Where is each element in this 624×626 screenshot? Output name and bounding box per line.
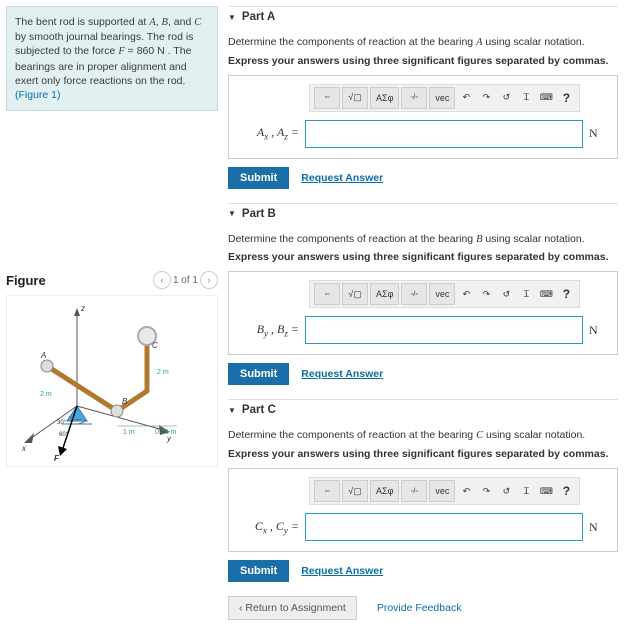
unit-label: N — [589, 126, 607, 141]
answer-input-a[interactable] — [305, 120, 583, 148]
problem-statement: The bent rod is supported at A, B, and C… — [6, 6, 218, 111]
answer-input-c[interactable] — [305, 513, 583, 541]
svg-text:C: C — [152, 341, 158, 350]
templates-icon[interactable]: ▫▫ — [314, 283, 340, 305]
figure-image: z x y A B C F 2 m 2 m 1 m 0.75 m 30° 60° — [6, 295, 218, 467]
greek-icon[interactable]: ΑΣφ — [370, 480, 399, 502]
equation-toolbar: ▫▫ √▢ ΑΣφ ▫/▫ vec ↶ ↷ ↺ Ꮖ ⌨ ? — [309, 280, 580, 308]
caret-down-icon: ▼ — [228, 13, 236, 22]
cursor-icon[interactable]: Ꮖ — [517, 88, 535, 108]
sqrt-icon[interactable]: √▢ — [342, 87, 368, 109]
sqrt-icon[interactable]: √▢ — [342, 480, 368, 502]
help-icon[interactable]: ? — [557, 88, 575, 108]
equation-toolbar: ▫▫ √▢ ΑΣφ ▫/▫ vec ↶ ↷ ↺ Ꮖ ⌨ ? — [309, 84, 580, 112]
reset-icon[interactable]: ↺ — [497, 481, 515, 501]
templates-icon[interactable]: ▫▫ — [314, 480, 340, 502]
unit-label: N — [589, 520, 607, 535]
return-button[interactable]: ‹ Return to Assignment — [228, 596, 357, 620]
svg-text:30°: 30° — [57, 420, 67, 426]
part-a-header[interactable]: ▼ Part A — [228, 6, 618, 27]
caret-down-icon: ▼ — [228, 209, 236, 218]
figure-heading: Figure — [6, 273, 46, 288]
vec-icon[interactable]: vec — [429, 283, 455, 305]
help-icon[interactable]: ? — [557, 284, 575, 304]
greek-icon[interactable]: ΑΣφ — [370, 87, 399, 109]
reset-icon[interactable]: ↺ — [497, 284, 515, 304]
figure-pager: ‹ 1 of 1 › — [153, 271, 218, 289]
svg-text:z: z — [80, 304, 85, 313]
caret-down-icon: ▼ — [228, 406, 236, 415]
next-figure[interactable]: › — [200, 271, 218, 289]
svg-text:60°: 60° — [59, 432, 69, 438]
part-a: ▼ Part A Determine the components of rea… — [228, 6, 618, 189]
submit-button[interactable]: Submit — [228, 363, 289, 385]
undo-icon[interactable]: ↶ — [457, 284, 475, 304]
reset-icon[interactable]: ↺ — [497, 88, 515, 108]
equation-toolbar: ▫▫ √▢ ΑΣφ ▫/▫ vec ↶ ↷ ↺ Ꮖ ⌨ ? — [309, 477, 580, 505]
request-answer-link[interactable]: Request Answer — [301, 565, 383, 577]
vec-icon[interactable]: vec — [429, 480, 455, 502]
help-icon[interactable]: ? — [557, 481, 575, 501]
frac-icon[interactable]: ▫/▫ — [401, 283, 427, 305]
frac-icon[interactable]: ▫/▫ — [401, 87, 427, 109]
undo-icon[interactable]: ↶ — [457, 481, 475, 501]
templates-icon[interactable]: ▫▫ — [314, 87, 340, 109]
part-b-header[interactable]: ▼ Part B — [228, 203, 618, 224]
vec-icon[interactable]: vec — [429, 87, 455, 109]
redo-icon[interactable]: ↷ — [477, 284, 495, 304]
svg-text:B: B — [122, 397, 128, 406]
keyboard-icon[interactable]: ⌨ — [537, 88, 555, 108]
request-answer-link[interactable]: Request Answer — [301, 172, 383, 184]
submit-button[interactable]: Submit — [228, 167, 289, 189]
keyboard-icon[interactable]: ⌨ — [537, 284, 555, 304]
figure-link[interactable]: (Figure 1) — [15, 89, 61, 101]
part-c: ▼ Part C Determine the components of rea… — [228, 399, 618, 582]
svg-text:x: x — [21, 444, 27, 453]
submit-button[interactable]: Submit — [228, 560, 289, 582]
svg-text:0.75 m: 0.75 m — [155, 429, 177, 436]
svg-text:2 m: 2 m — [157, 369, 169, 376]
frac-icon[interactable]: ▫/▫ — [401, 480, 427, 502]
cursor-icon[interactable]: Ꮖ — [517, 481, 535, 501]
unit-label: N — [589, 323, 607, 338]
cursor-icon[interactable]: Ꮖ — [517, 284, 535, 304]
lhs-label: Cx , Cy = — [239, 519, 299, 535]
provide-feedback-link[interactable]: Provide Feedback — [377, 602, 462, 614]
lhs-label: By , Bz = — [239, 322, 299, 338]
svg-text:2 m: 2 m — [40, 391, 52, 398]
svg-text:F: F — [54, 454, 60, 463]
lhs-label: Ax , Az = — [239, 125, 299, 141]
prev-figure[interactable]: ‹ — [153, 271, 171, 289]
answer-input-b[interactable] — [305, 316, 583, 344]
undo-icon[interactable]: ↶ — [457, 88, 475, 108]
svg-text:1 m: 1 m — [123, 429, 135, 436]
part-c-header[interactable]: ▼ Part C — [228, 399, 618, 420]
sqrt-icon[interactable]: √▢ — [342, 283, 368, 305]
svg-text:A: A — [40, 351, 46, 360]
redo-icon[interactable]: ↷ — [477, 481, 495, 501]
request-answer-link[interactable]: Request Answer — [301, 368, 383, 380]
keyboard-icon[interactable]: ⌨ — [537, 481, 555, 501]
part-b: ▼ Part B Determine the components of rea… — [228, 203, 618, 386]
redo-icon[interactable]: ↷ — [477, 88, 495, 108]
greek-icon[interactable]: ΑΣφ — [370, 283, 399, 305]
